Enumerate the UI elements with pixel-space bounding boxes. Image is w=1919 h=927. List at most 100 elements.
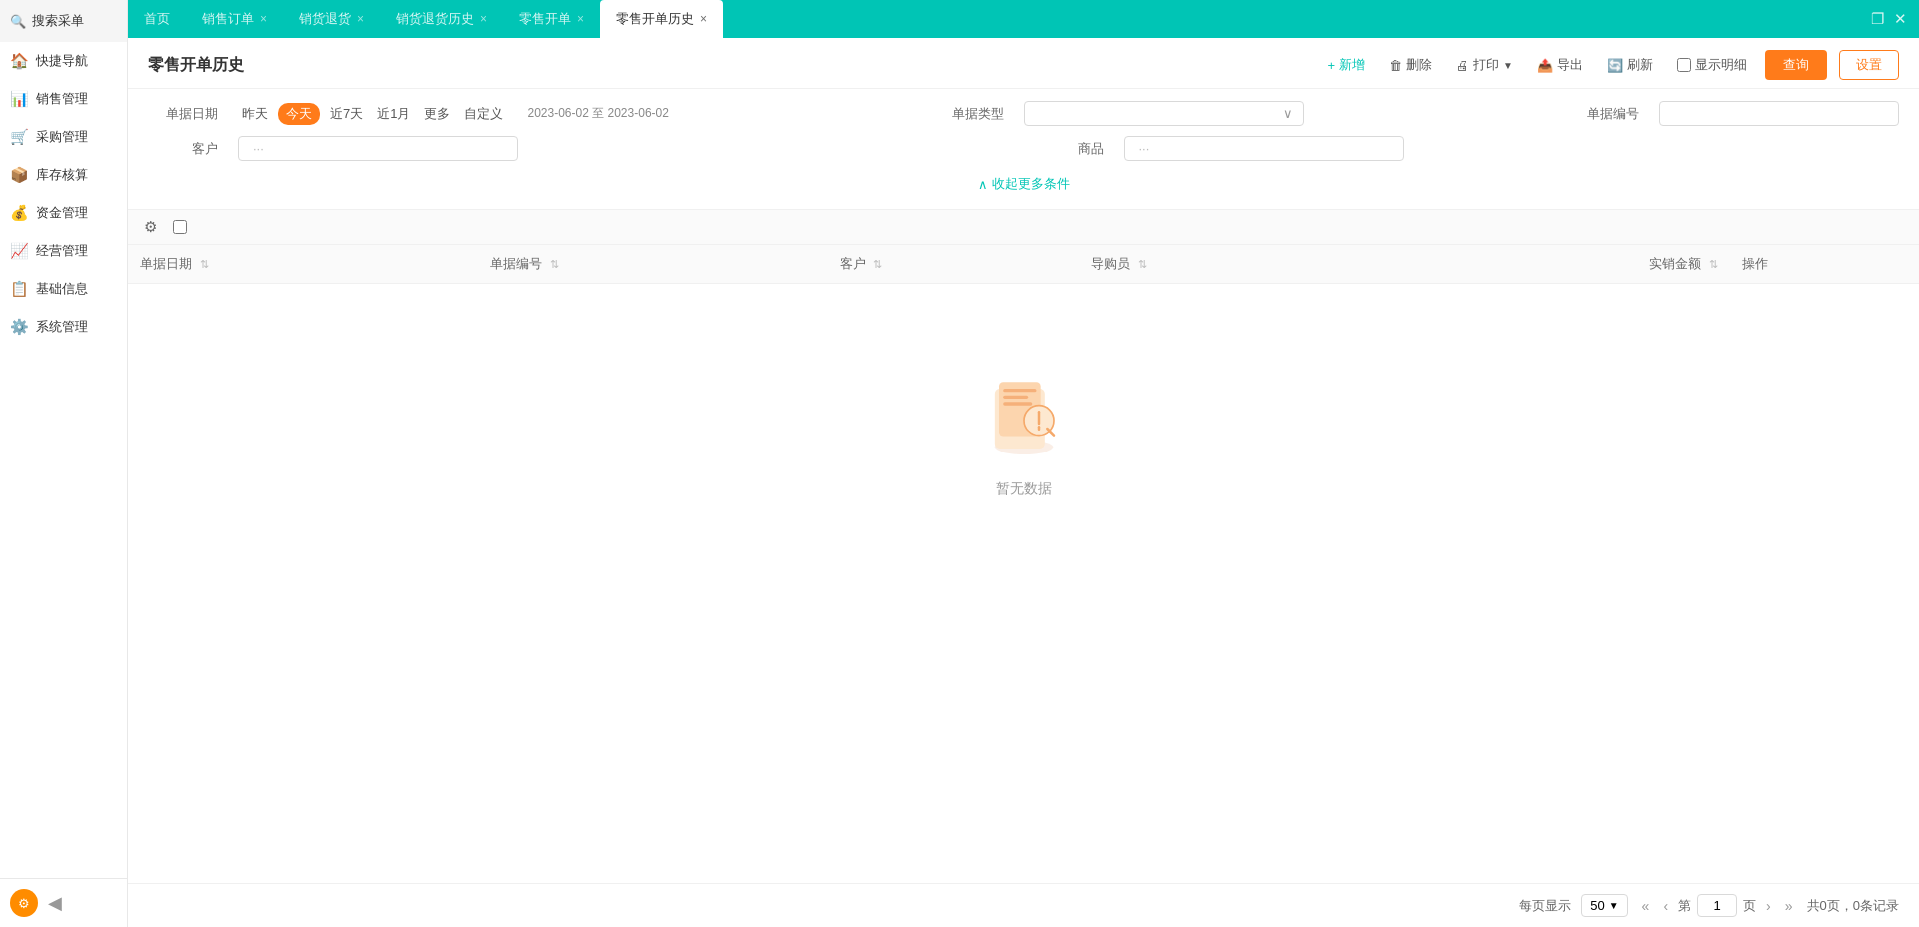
- sidebar-bottom: ⚙ ◀: [0, 878, 127, 927]
- sidebar-search[interactable]: 🔍 搜索采单: [0, 0, 127, 42]
- sidebar-item-label: 快捷导航: [36, 52, 88, 70]
- toolbar: + 新增 🗑 删除 🖨 打印 ▼ 📤 导出 🔄: [1322, 50, 1900, 80]
- table-toolbar: ⚙: [128, 210, 1919, 245]
- sidebar-search-label: 搜索采单: [32, 12, 84, 30]
- customer-filter-select[interactable]: ···: [238, 136, 518, 161]
- sidebar-item-quick-nav[interactable]: 🏠 快捷导航: [0, 42, 127, 80]
- new-button[interactable]: + 新增: [1322, 52, 1372, 78]
- customer-ellipsis[interactable]: ···: [253, 141, 264, 156]
- export-icon: 📤: [1537, 58, 1553, 73]
- tab-sales-return-label: 销货退货: [299, 10, 351, 28]
- table-area: ⚙ 单据日期 ⇅ 单据编号 ⇅: [128, 210, 1919, 883]
- page-size-value: 50: [1590, 898, 1604, 913]
- page-size-select[interactable]: 50 ▼: [1581, 894, 1627, 917]
- search-button[interactable]: 查询: [1765, 50, 1827, 80]
- sidebar-item-operation[interactable]: 📈 经营管理: [0, 232, 127, 270]
- page-nav: « ‹ 第 页 › »: [1638, 894, 1797, 917]
- no-filter-input[interactable]: [1659, 101, 1899, 126]
- date-shortcut-yesterday[interactable]: 昨天: [238, 103, 272, 125]
- goods-ellipsis[interactable]: ···: [1139, 141, 1150, 156]
- window-restore-icon[interactable]: ❐: [1871, 10, 1884, 28]
- sidebar-item-label: 基础信息: [36, 280, 88, 298]
- sidebar-item-basic-info[interactable]: 📋 基础信息: [0, 270, 127, 308]
- delete-button[interactable]: 🗑 删除: [1383, 52, 1438, 78]
- customer-filter-label: 客户: [148, 140, 218, 158]
- date-shortcut-today[interactable]: 今天: [278, 103, 320, 125]
- first-page-button[interactable]: «: [1638, 896, 1654, 916]
- date-shortcut-more[interactable]: 更多: [420, 103, 454, 125]
- tab-sales-order-close[interactable]: ×: [260, 12, 267, 26]
- tab-sales-order[interactable]: 销售订单 ×: [186, 0, 283, 38]
- display-detail-button[interactable]: 显示明细: [1671, 52, 1753, 78]
- tabs-bar: 首页 销售订单 × 销货退货 × 销货退货历史 × 零售开单 × 零售开单历史 …: [128, 0, 1919, 38]
- settings-icon: ⚙: [18, 896, 30, 911]
- th-customer-sort-icon[interactable]: ⇅: [873, 258, 882, 270]
- tab-sales-return-history[interactable]: 销货退货历史 ×: [380, 0, 503, 38]
- settings-button[interactable]: 设置: [1839, 50, 1899, 80]
- tab-retail-open-label: 零售开单: [519, 10, 571, 28]
- sidebar-item-inventory[interactable]: 📦 库存核算: [0, 156, 127, 194]
- tab-sales-return-close[interactable]: ×: [357, 12, 364, 26]
- table-header-row: 单据日期 ⇅ 单据编号 ⇅ 客户 ⇅: [128, 245, 1919, 284]
- gear-icon: ⚙️: [10, 318, 28, 336]
- display-detail-checkbox[interactable]: [1677, 58, 1691, 72]
- select-all-checkbox[interactable]: [173, 220, 187, 234]
- print-icon: 🖨: [1456, 58, 1469, 73]
- th-customer-label: 客户: [840, 256, 866, 271]
- goods-filter-select[interactable]: ···: [1124, 136, 1404, 161]
- collapse-icon: ◀: [48, 893, 62, 913]
- date-shortcut-last7[interactable]: 近7天: [326, 103, 367, 125]
- tab-retail-open-history[interactable]: 零售开单历史 ×: [600, 0, 723, 38]
- prev-page-button[interactable]: ‹: [1659, 896, 1672, 916]
- export-button[interactable]: 📤 导出: [1531, 52, 1589, 78]
- svg-rect-4: [1003, 396, 1028, 399]
- window-close-icon[interactable]: ✕: [1894, 10, 1907, 28]
- date-shortcut-custom[interactable]: 自定义: [460, 103, 507, 125]
- page-input[interactable]: [1697, 894, 1737, 917]
- export-label: 导出: [1557, 56, 1583, 74]
- th-customer: 客户 ⇅: [828, 245, 1080, 284]
- sidebar-item-purchase-mgmt[interactable]: 🛒 采购管理: [0, 118, 127, 156]
- tab-retail-open[interactable]: 零售开单 ×: [503, 0, 600, 38]
- last-page-button[interactable]: »: [1781, 896, 1797, 916]
- th-no-sort-icon[interactable]: ⇅: [550, 258, 559, 270]
- new-label: 新增: [1339, 56, 1365, 74]
- tab-home[interactable]: 首页: [128, 0, 186, 38]
- refresh-button[interactable]: 🔄 刷新: [1601, 52, 1659, 78]
- collapse-more-button[interactable]: ∧ 收起更多条件: [148, 171, 1899, 197]
- type-filter-select[interactable]: ∨: [1024, 101, 1304, 126]
- sidebar-item-system-mgmt[interactable]: ⚙️ 系统管理: [0, 308, 127, 346]
- sidebar-item-label: 系统管理: [36, 318, 88, 336]
- type-select-arrow-icon: ∨: [1283, 106, 1293, 121]
- goods-filter-label: 商品: [1034, 140, 1104, 158]
- tab-retail-open-history-close[interactable]: ×: [700, 12, 707, 26]
- date-shortcut-last1m[interactable]: 近1月: [373, 103, 414, 125]
- money-icon: 💰: [10, 204, 28, 222]
- home-icon: 🏠: [10, 52, 28, 70]
- th-salesman-sort-icon[interactable]: ⇅: [1138, 258, 1147, 270]
- collapse-icon: ∧: [978, 177, 988, 192]
- settings-bottom-icon[interactable]: ⚙: [10, 889, 38, 917]
- tab-sales-return-history-close[interactable]: ×: [480, 12, 487, 26]
- next-page-button[interactable]: ›: [1762, 896, 1775, 916]
- tab-retail-open-close[interactable]: ×: [577, 12, 584, 26]
- print-button[interactable]: 🖨 打印 ▼: [1450, 52, 1519, 78]
- sidebar-item-finance[interactable]: 💰 资金管理: [0, 194, 127, 232]
- box-icon: 📦: [10, 166, 28, 184]
- th-action: 操作: [1730, 245, 1919, 284]
- page-label: 第: [1678, 897, 1691, 915]
- tab-sales-return[interactable]: 销货退货 ×: [283, 0, 380, 38]
- th-date-sort-icon[interactable]: ⇅: [200, 258, 209, 270]
- cart-icon: 🛒: [10, 128, 28, 146]
- sidebar-item-sales-mgmt[interactable]: 📊 销售管理: [0, 80, 127, 118]
- refresh-icon: 🔄: [1607, 58, 1623, 73]
- no-filter-label: 单据编号: [1569, 105, 1639, 123]
- tab-home-label: 首页: [144, 10, 170, 28]
- th-date: 单据日期 ⇅: [128, 245, 478, 284]
- per-page-label: 每页显示: [1519, 897, 1571, 915]
- sidebar-collapse-button[interactable]: ◀: [48, 892, 62, 914]
- tabs-bar-right: ❐ ✕: [1871, 10, 1919, 28]
- th-amount-sort-icon[interactable]: ⇅: [1709, 258, 1718, 270]
- table-header: 单据日期 ⇅ 单据编号 ⇅ 客户 ⇅: [128, 245, 1919, 284]
- table-settings-icon[interactable]: ⚙: [144, 218, 157, 236]
